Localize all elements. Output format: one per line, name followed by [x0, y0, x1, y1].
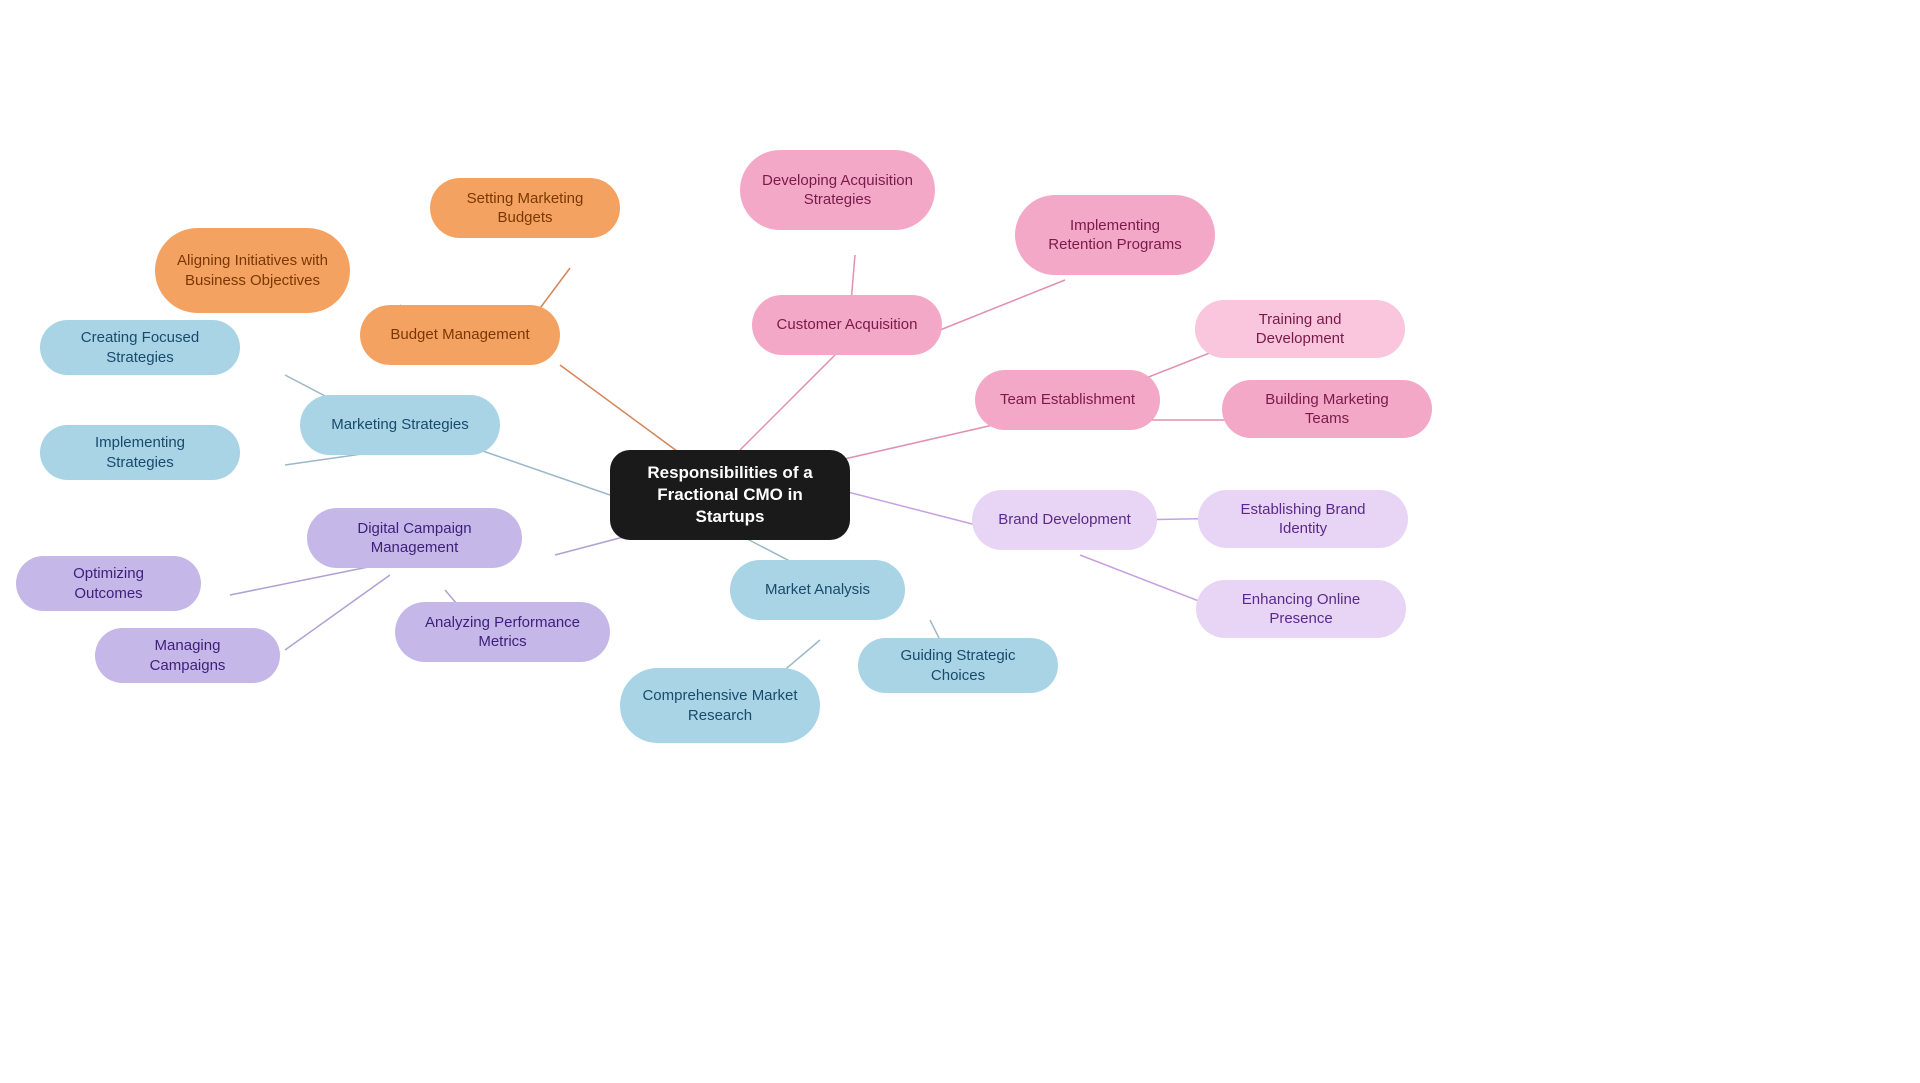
developing-acquisition-node: Developing Acquisition Strategies [740, 150, 935, 230]
setting-budgets-node: Setting Marketing Budgets [430, 178, 620, 238]
enhancing-online-node: Enhancing Online Presence [1196, 580, 1406, 638]
guiding-choices-node: Guiding Strategic Choices [858, 638, 1058, 693]
digital-campaign-node: Digital Campaign Management [307, 508, 522, 568]
customer-acquisition-node: Customer Acquisition [752, 295, 942, 355]
budget-management-node: Budget Management [360, 305, 560, 365]
brand-development-node: Brand Development [972, 490, 1157, 550]
marketing-strategies-node: Marketing Strategies [300, 395, 500, 455]
establishing-brand-node: Establishing Brand Identity [1198, 490, 1408, 548]
team-establishment-node: Team Establishment [975, 370, 1160, 430]
implementing-strategies-node: Implementing Strategies [40, 425, 240, 480]
training-development-node: Training and Development [1195, 300, 1405, 358]
building-teams-node: Building Marketing Teams [1222, 380, 1432, 438]
analyzing-metrics-node: Analyzing Performance Metrics [395, 602, 610, 662]
managing-campaigns-node: Managing Campaigns [95, 628, 280, 683]
aligning-initiatives-node: Aligning Initiatives with Business Objec… [155, 228, 350, 313]
optimizing-node: Optimizing Outcomes [16, 556, 201, 611]
implementing-retention-node: Implementing Retention Programs [1015, 195, 1215, 275]
comprehensive-research-node: Comprehensive Market Research [620, 668, 820, 743]
center-node: Responsibilities of a Fractional CMO in … [610, 450, 850, 540]
market-analysis-node: Market Analysis [730, 560, 905, 620]
creating-strategies-node: Creating Focused Strategies [40, 320, 240, 375]
